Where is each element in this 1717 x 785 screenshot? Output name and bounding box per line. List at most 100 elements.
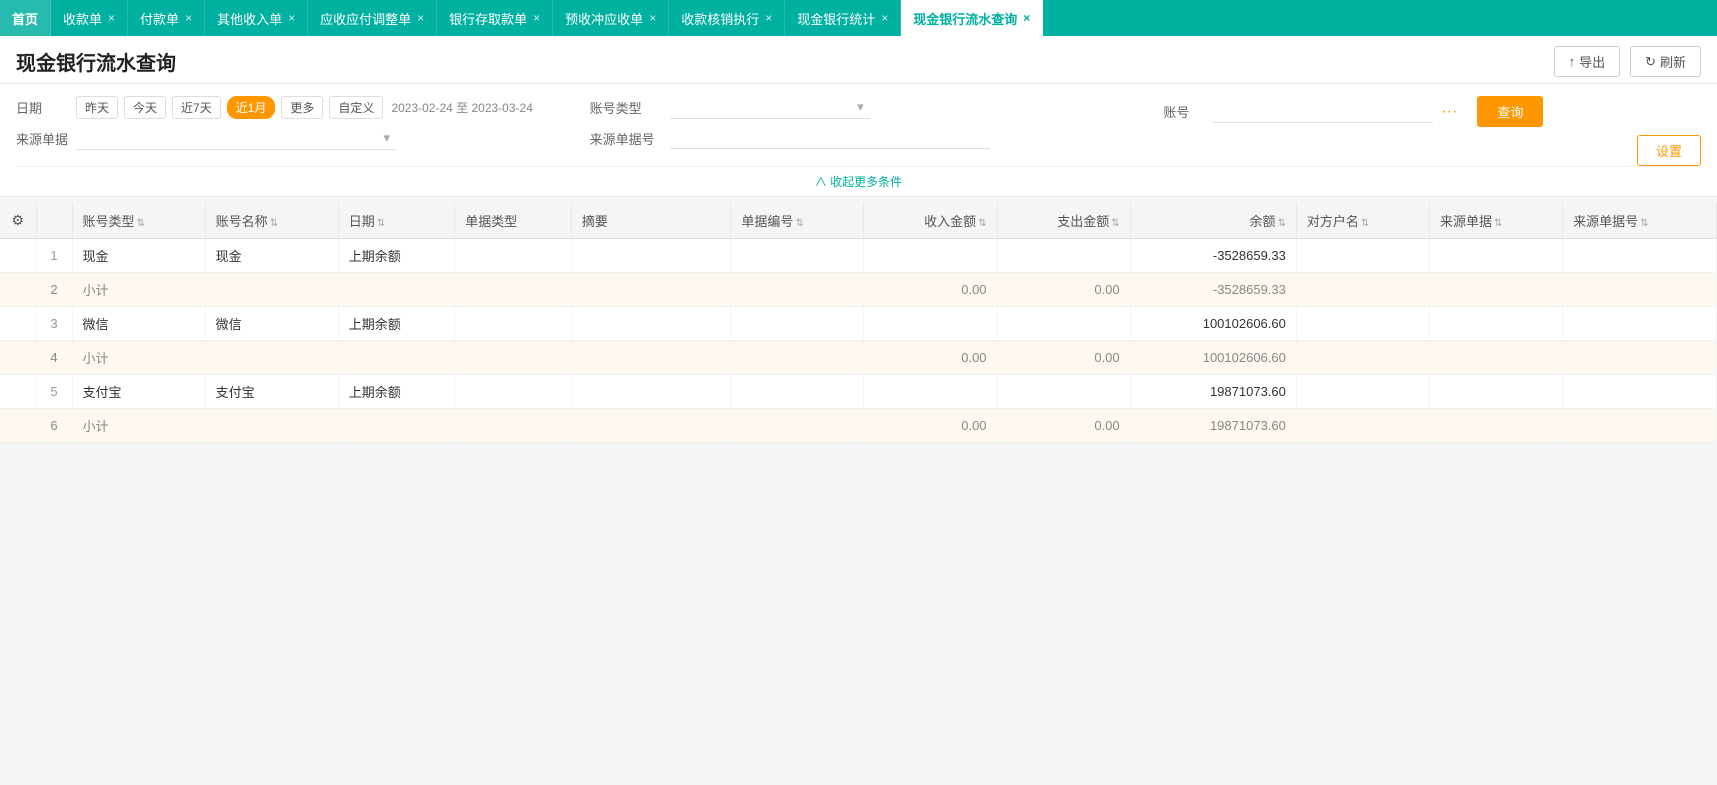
date-filter-label: 日期 — [16, 98, 76, 117]
top-nav: 首页 收款单 × 付款单 × 其他收入单 × 应收应付调整单 × 银行存取款单 … — [0, 0, 1717, 36]
row-counterparty-cell — [1296, 307, 1429, 341]
nav-verification[interactable]: 收款核销执行 × — [669, 0, 785, 36]
row-account-name-cell: 支付宝 — [205, 375, 338, 409]
row-expense-cell — [997, 239, 1130, 273]
nav-bank-deposit[interactable]: 银行存取款单 × — [437, 0, 553, 36]
nav-payment[interactable]: 付款单 × — [128, 0, 205, 36]
nav-close-cash-flow[interactable]: × — [1023, 11, 1030, 25]
row-summary-cell — [571, 307, 731, 341]
row-num-cell: 4 — [36, 341, 72, 375]
collapse-bar[interactable]: ∧ 收起更多条件 — [16, 166, 1701, 196]
nav-ar-ap-adjust[interactable]: 应收应付调整单 × — [308, 0, 437, 36]
row-doc-num-cell — [731, 239, 864, 273]
nav-close-cash-stats[interactable]: × — [881, 11, 888, 25]
export-icon: ↑ — [1569, 54, 1576, 69]
row-num-cell: 6 — [36, 409, 72, 443]
date-options: 昨天 今天 近7天 近1月 更多 自定义 — [76, 96, 383, 119]
nav-close-payment[interactable]: × — [185, 11, 192, 25]
col-source-doc[interactable]: 来源单据⇅ — [1429, 203, 1562, 239]
col-date[interactable]: 日期⇅ — [338, 203, 455, 239]
row-balance-cell: -3528659.33 — [1130, 273, 1296, 307]
row-doc-type-cell — [455, 307, 572, 341]
export-button[interactable]: ↑ 导出 — [1554, 46, 1621, 77]
data-table: ⚙ 账号类型⇅ 账号名称⇅ 日期⇅ 单据类型 摘要 — [0, 203, 1717, 443]
row-gear-cell — [0, 409, 36, 443]
col-gear[interactable]: ⚙ — [0, 203, 36, 239]
chevron-down-icon: ▾ — [383, 130, 390, 146]
col-counterparty[interactable]: 对方户名⇅ — [1296, 203, 1429, 239]
table-container: ⚙ 账号类型⇅ 账号名称⇅ 日期⇅ 单据类型 摘要 — [0, 203, 1717, 443]
date-btn-custom[interactable]: 自定义 — [329, 96, 383, 119]
row-source-doc-cell — [1429, 341, 1562, 375]
row-doc-type-cell — [455, 375, 572, 409]
nav-cash-flow[interactable]: 现金银行流水查询 × — [901, 0, 1043, 36]
row-gear-cell — [0, 341, 36, 375]
nav-close-prepayment[interactable]: × — [649, 11, 656, 25]
refresh-button[interactable]: ↻ 刷新 — [1630, 46, 1701, 77]
nav-close-bank[interactable]: × — [533, 11, 540, 25]
date-btn-7days[interactable]: 近7天 — [172, 96, 221, 119]
row-date-cell: 上期余额 — [338, 375, 455, 409]
row-counterparty-cell — [1296, 341, 1429, 375]
row-doc-num-cell — [731, 307, 864, 341]
row-num-cell: 5 — [36, 375, 72, 409]
row-source-doc-num-cell — [1563, 239, 1717, 273]
nav-other-income[interactable]: 其他收入单 × — [205, 0, 308, 36]
source-doc-num-input[interactable] — [670, 127, 990, 149]
row-income-cell: 0.00 — [864, 341, 997, 375]
account-label: 账号 — [1163, 102, 1213, 121]
nav-close-other-income[interactable]: × — [288, 11, 295, 25]
table-row: 4小计0.000.00100102606.60 — [0, 341, 1717, 375]
nav-close-verification[interactable]: × — [765, 11, 772, 25]
row-doc-num-cell — [731, 273, 864, 307]
nav-receipt[interactable]: 收款单 × — [51, 0, 128, 36]
row-source-doc-num-cell — [1563, 341, 1717, 375]
row-account-type-cell: 小计 — [72, 409, 205, 443]
col-balance[interactable]: 余额⇅ — [1130, 203, 1296, 239]
row-counterparty-cell — [1296, 239, 1429, 273]
row-account-type-cell: 支付宝 — [72, 375, 205, 409]
col-expense[interactable]: 支出金额⇅ — [997, 203, 1130, 239]
date-btn-1month[interactable]: 近1月 — [227, 96, 276, 119]
table-row: 2小计0.000.00-3528659.33 — [0, 273, 1717, 307]
row-source-doc-cell — [1429, 307, 1562, 341]
col-num — [36, 203, 72, 239]
nav-cash-stats[interactable]: 现金银行统计 × — [785, 0, 901, 36]
account-type-select[interactable]: ▾ — [670, 96, 870, 119]
nav-prepayment[interactable]: 预收冲应收单 × — [553, 0, 669, 36]
date-btn-today[interactable]: 今天 — [124, 96, 166, 119]
nav-close-receipt[interactable]: × — [108, 11, 115, 25]
row-account-name-cell — [205, 341, 338, 375]
col-doc-num[interactable]: 单据编号⇅ — [731, 203, 864, 239]
row-num-cell: 2 — [36, 273, 72, 307]
col-income[interactable]: 收入金额⇅ — [864, 203, 997, 239]
account-input[interactable] — [1213, 101, 1433, 123]
row-counterparty-cell — [1296, 273, 1429, 307]
row-expense-cell: 0.00 — [997, 341, 1130, 375]
row-date-cell — [338, 273, 455, 307]
settings-button[interactable]: 设置 — [1637, 135, 1701, 166]
query-button[interactable]: 查询 — [1477, 96, 1543, 127]
row-source-doc-cell — [1429, 409, 1562, 443]
col-source-doc-num[interactable]: 来源单据号⇅ — [1563, 203, 1717, 239]
ellipsis-button[interactable]: ··· — [1441, 103, 1457, 121]
table-row: 6小计0.000.0019871073.60 — [0, 409, 1717, 443]
row-doc-type-cell — [455, 409, 572, 443]
row-expense-cell: 0.00 — [997, 409, 1130, 443]
refresh-icon: ↻ — [1645, 54, 1656, 70]
date-btn-yesterday[interactable]: 昨天 — [76, 96, 118, 119]
row-date-cell: 上期余额 — [338, 239, 455, 273]
nav-close-ar-ap[interactable]: × — [417, 11, 424, 25]
col-account-name[interactable]: 账号名称⇅ — [205, 203, 338, 239]
nav-home[interactable]: 首页 — [0, 0, 51, 36]
row-balance-cell: 19871073.60 — [1130, 375, 1296, 409]
col-account-type[interactable]: 账号类型⇅ — [72, 203, 205, 239]
row-source-doc-cell — [1429, 239, 1562, 273]
row-account-name-cell — [205, 273, 338, 307]
source-doc-select[interactable]: ▾ — [76, 127, 396, 150]
gear-icon[interactable]: ⚙ — [11, 212, 24, 228]
source-doc-num-label: 来源单据号 — [590, 129, 670, 148]
date-range: 2023-02-24 至 2023-03-24 — [391, 99, 532, 116]
account-type-label: 账号类型 — [590, 98, 670, 117]
date-btn-more[interactable]: 更多 — [281, 96, 323, 119]
